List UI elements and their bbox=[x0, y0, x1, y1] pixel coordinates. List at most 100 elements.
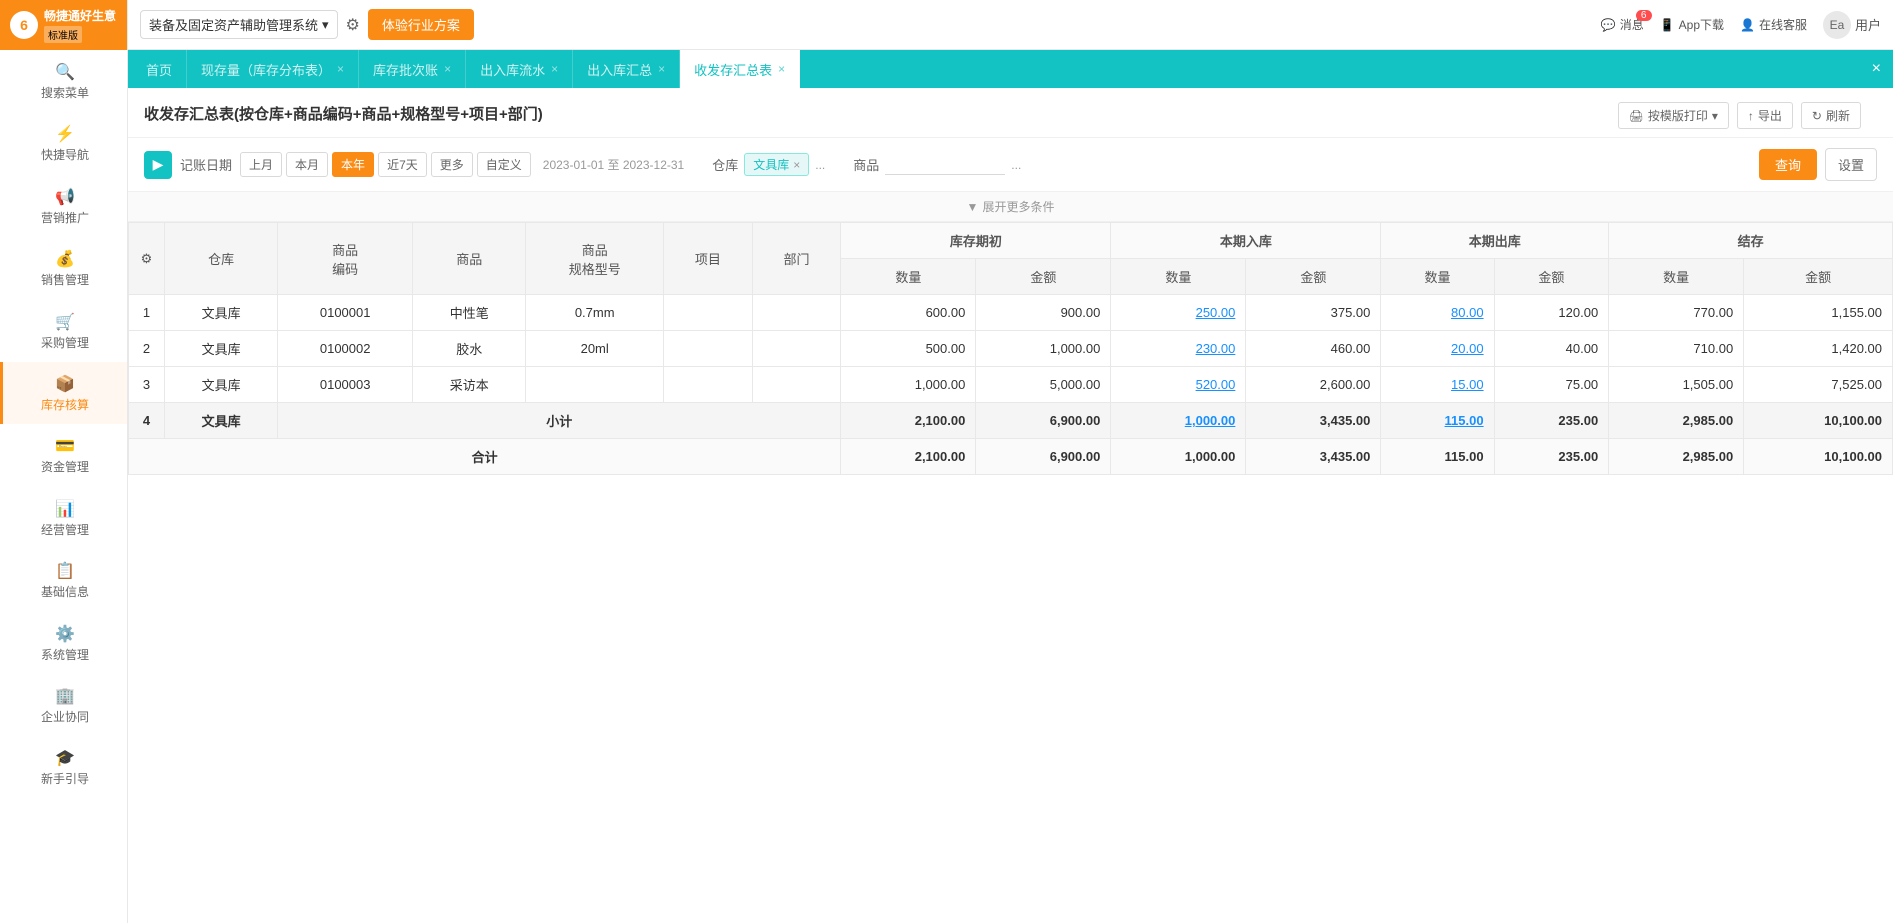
footer-in-qty: 1,000.00 bbox=[1111, 439, 1246, 475]
sidebar-item-system[interactable]: ⚙️ 系统管理 bbox=[0, 612, 127, 674]
tab-close-icon[interactable]: × bbox=[658, 62, 665, 76]
goods-more-btn[interactable]: ... bbox=[1011, 158, 1021, 172]
th-out-amt: 金额 bbox=[1494, 259, 1609, 295]
tab-batch-account[interactable]: 库存批次账 × bbox=[359, 50, 466, 88]
sidebar-item-search[interactable]: 🔍 搜索菜单 bbox=[0, 50, 127, 112]
th-group-out: 本期出库 bbox=[1381, 223, 1609, 259]
refresh-btn[interactable]: ↻ 刷新 bbox=[1801, 102, 1861, 129]
footer-bal-amt: 10,100.00 bbox=[1744, 439, 1893, 475]
tab-inout-summary[interactable]: 出入库汇总 × bbox=[573, 50, 680, 88]
page-header-row: 收发存汇总表(按仓库+商品编码+商品+规格型号+项目+部门) 🖨 按模版打印 ▾… bbox=[128, 88, 1893, 138]
expand-label: 展开更多条件 bbox=[982, 198, 1054, 215]
sidebar-item-quick-nav[interactable]: ⚡ 快捷导航 bbox=[0, 112, 127, 174]
tab-home[interactable]: 首页 bbox=[132, 50, 187, 88]
template-print-btn[interactable]: 🖨 按模版打印 ▾ bbox=[1618, 102, 1729, 129]
tab-recv-send-summary[interactable]: 收发存汇总表 × bbox=[680, 50, 800, 88]
subtotal-bal-qty: 2,985.00 bbox=[1609, 403, 1744, 439]
cell-open-qty: 1,000.00 bbox=[841, 367, 976, 403]
system-selector[interactable]: 装备及固定资产辅助管理系统 ▾ bbox=[140, 10, 338, 39]
sidebar-item-enterprise[interactable]: 🏢 企业协同 bbox=[0, 674, 127, 736]
cell-in-qty[interactable]: 520.00 bbox=[1111, 367, 1246, 403]
cell-bal-qty: 770.00 bbox=[1609, 295, 1744, 331]
warehouse-tag: 文具库 × bbox=[744, 153, 809, 176]
cell-warehouse: 文具库 bbox=[165, 367, 278, 403]
topbar-gear-icon[interactable]: ⚙ bbox=[346, 15, 360, 35]
tab-inventory-dist[interactable]: 现存量（库存分布表） × bbox=[187, 50, 359, 88]
export-btn[interactable]: ↑ 导出 bbox=[1737, 102, 1793, 129]
sidebar-item-operations[interactable]: 📊 经营管理 bbox=[0, 487, 127, 549]
sidebar-item-purchase[interactable]: 🛒 采购管理 bbox=[0, 300, 127, 362]
footer-in-amt: 3,435.00 bbox=[1246, 439, 1381, 475]
footer-out-amt: 235.00 bbox=[1494, 439, 1609, 475]
chevron-down-icon: ▾ bbox=[322, 17, 329, 33]
cell-no: 3 bbox=[129, 367, 165, 403]
filter-bar: ▶ 记账日期 上月 本月 本年 近7天 更多 自定义 2023-01-01 至 … bbox=[128, 138, 1893, 192]
sidebar-item-sales[interactable]: 💰 销售管理 bbox=[0, 237, 127, 299]
expand-more-btn[interactable]: ▼ 展开更多条件 bbox=[967, 198, 1055, 215]
cell-in-amt: 2,600.00 bbox=[1246, 367, 1381, 403]
date-btn-custom[interactable]: 自定义 bbox=[477, 152, 531, 177]
export-label: 导出 bbox=[1758, 107, 1782, 124]
download-icon: 📱 bbox=[1660, 18, 1675, 32]
subtotal-in-qty[interactable]: 1,000.00 bbox=[1111, 403, 1246, 439]
cell-no: 1 bbox=[129, 295, 165, 331]
messages-btn[interactable]: 💬 消息 6 bbox=[1601, 16, 1644, 33]
user-block[interactable]: Ea 用户 bbox=[1823, 11, 1881, 39]
online-support-btn[interactable]: 👤 在线客服 bbox=[1740, 16, 1807, 33]
data-table: ⚙ 仓库 商品编码 商品 商品规格型号 项目 部门 库存期初 本期入库 本期出库… bbox=[128, 222, 1893, 475]
sidebar-item-guide[interactable]: 🎓 新手引导 bbox=[0, 736, 127, 798]
cell-in-qty[interactable]: 250.00 bbox=[1111, 295, 1246, 331]
date-btn-cur-year[interactable]: 本年 bbox=[332, 152, 374, 177]
table-row: 2 文具库 0100002 胶水 20ml 500.00 1,000.00 23… bbox=[129, 331, 1893, 367]
warehouse-more-btn[interactable]: ... bbox=[815, 158, 825, 172]
refresh-label: 刷新 bbox=[1826, 107, 1850, 124]
subtotal-out-qty[interactable]: 115.00 bbox=[1381, 403, 1494, 439]
refresh-icon: ↻ bbox=[1812, 109, 1822, 123]
goods-filter-input[interactable] bbox=[885, 155, 1005, 175]
tab-close-icon[interactable]: × bbox=[444, 62, 451, 76]
cell-out-qty[interactable]: 20.00 bbox=[1381, 331, 1494, 367]
sidebar-item-label: 库存核算 bbox=[41, 398, 89, 412]
finance-icon: 💳 bbox=[55, 436, 75, 456]
query-btn[interactable]: 查询 bbox=[1759, 149, 1817, 180]
quick-nav-icon: ⚡ bbox=[55, 124, 75, 144]
tab-close-icon[interactable]: × bbox=[778, 62, 785, 76]
avatar: Ea bbox=[1823, 11, 1851, 39]
sidebar-item-inventory[interactable]: 📦 库存核算 bbox=[0, 362, 127, 424]
sidebar: 6 畅捷通好生意 标准版 🔍 搜索菜单 ⚡ 快捷导航 📢 营销推广 💰 销售管理… bbox=[0, 0, 128, 923]
app-download-btn[interactable]: 📱 App下载 bbox=[1660, 16, 1724, 33]
logo-text: 畅捷通好生意 标准版 bbox=[44, 7, 116, 43]
warehouse-tag-close[interactable]: × bbox=[793, 158, 800, 172]
filter-settings-btn[interactable]: 设置 bbox=[1825, 148, 1877, 181]
tab-close-icon[interactable]: × bbox=[551, 62, 558, 76]
sidebar-item-basic-info[interactable]: 📋 基础信息 bbox=[0, 549, 127, 611]
date-btn-prev-month[interactable]: 上月 bbox=[240, 152, 282, 177]
cell-in-qty[interactable]: 230.00 bbox=[1111, 331, 1246, 367]
cell-out-qty[interactable]: 80.00 bbox=[1381, 295, 1494, 331]
sidebar-logo: 6 畅捷通好生意 标准版 bbox=[0, 0, 127, 50]
filter-actions: 查询 设置 bbox=[1759, 148, 1877, 181]
table-row: 1 文具库 0100001 中性笔 0.7mm 600.00 900.00 25… bbox=[129, 295, 1893, 331]
cell-no: 2 bbox=[129, 331, 165, 367]
close-all-tabs-btn[interactable]: × bbox=[1864, 60, 1889, 78]
cell-spec: 0.7mm bbox=[526, 295, 664, 331]
filter-toggle-btn[interactable]: ▶ bbox=[144, 151, 172, 179]
date-btn-7days[interactable]: 近7天 bbox=[378, 152, 427, 177]
trial-btn[interactable]: 体验行业方案 bbox=[368, 9, 474, 40]
date-btn-more[interactable]: 更多 bbox=[431, 152, 473, 177]
tab-close-icon[interactable]: × bbox=[337, 62, 344, 76]
logo-icon: 6 bbox=[10, 11, 38, 39]
th-group-opening: 库存期初 bbox=[841, 223, 1111, 259]
th-group-balance: 结存 bbox=[1609, 223, 1893, 259]
cell-out-qty[interactable]: 15.00 bbox=[1381, 367, 1494, 403]
date-btn-cur-month[interactable]: 本月 bbox=[286, 152, 328, 177]
cell-warehouse: 文具库 bbox=[165, 331, 278, 367]
sidebar-item-finance[interactable]: 💳 资金管理 bbox=[0, 424, 127, 486]
sidebar-item-marketing[interactable]: 📢 营销推广 bbox=[0, 175, 127, 237]
th-project: 项目 bbox=[664, 223, 753, 295]
tab-inout-flow[interactable]: 出入库流水 × bbox=[466, 50, 573, 88]
th-opening-qty: 数量 bbox=[841, 259, 976, 295]
app-download-label: App下载 bbox=[1679, 16, 1724, 33]
cell-bal-qty: 710.00 bbox=[1609, 331, 1744, 367]
th-goods-spec: 商品规格型号 bbox=[526, 223, 664, 295]
